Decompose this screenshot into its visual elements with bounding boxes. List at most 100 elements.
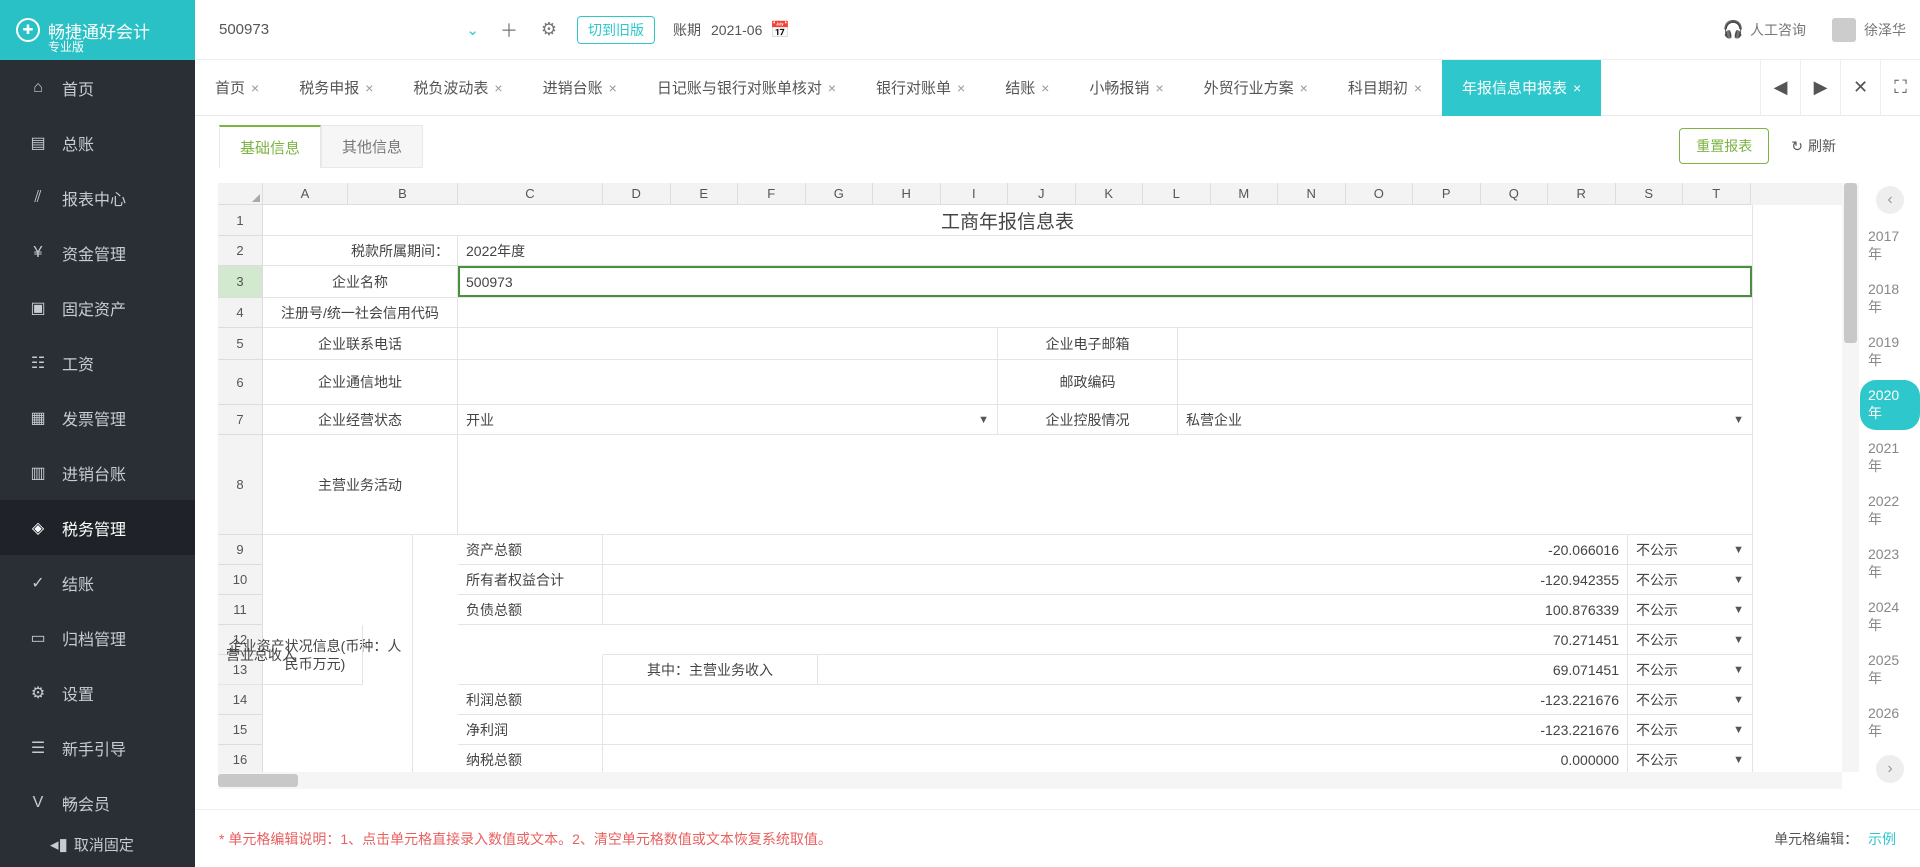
row-header[interactable]: 4 (218, 298, 263, 328)
sidebar-item-5[interactable]: ☷工资 (0, 335, 195, 390)
tab-0[interactable]: 首页× (195, 60, 279, 116)
tab-2[interactable]: 税负波动表× (393, 60, 522, 116)
fin-value-cell[interactable]: 100.876339 (603, 595, 1628, 625)
row-header[interactable]: 5 (218, 328, 263, 360)
sidebar-item-11[interactable]: ⚙设置 (0, 665, 195, 720)
col-header[interactable]: Q (1481, 183, 1549, 205)
sidebar-unpin[interactable]: ◂▮ 取消固定 (0, 834, 195, 855)
publish-select[interactable]: 不公示▼ (1628, 715, 1753, 745)
tab-1[interactable]: 税务申报× (279, 60, 393, 116)
fin-value-cell[interactable]: -120.942355 (603, 565, 1628, 595)
tab-close-icon[interactable]: × (365, 80, 373, 96)
col-header[interactable]: J (1008, 183, 1076, 205)
credit-code-cell[interactable] (458, 298, 1753, 328)
col-header[interactable]: G (806, 183, 874, 205)
tab-close-icon[interactable]: × (1414, 80, 1422, 96)
tab-close-icon[interactable]: × (1300, 80, 1308, 96)
sidebar-item-7[interactable]: ▥进销台账 (0, 445, 195, 500)
publish-select[interactable]: 不公示▼ (1628, 625, 1753, 655)
col-header[interactable]: N (1278, 183, 1346, 205)
sidebar-item-6[interactable]: ▦发票管理 (0, 390, 195, 445)
tab-expand-button[interactable]: ⛶ (1880, 60, 1920, 116)
tab-prev-button[interactable]: ◀ (1760, 60, 1800, 116)
old-version-button[interactable]: 切到旧版 (577, 16, 655, 44)
main-biz-cell[interactable] (458, 435, 1753, 535)
row-header[interactable]: 3 (218, 266, 263, 298)
sidebar-item-3[interactable]: ¥资金管理 (0, 225, 195, 280)
publish-select[interactable]: 不公示▼ (1628, 595, 1753, 625)
settings-button[interactable]: ⚙ (533, 14, 565, 46)
year-chip[interactable]: 2018年 (1860, 274, 1920, 324)
subtab-other[interactable]: 其他信息 (321, 125, 423, 168)
fin-value-cell[interactable]: 0.000000 (603, 745, 1628, 775)
holding-select[interactable]: 私营企业▼ (1178, 405, 1753, 435)
col-header[interactable]: K (1076, 183, 1144, 205)
tab-close-icon[interactable]: × (251, 80, 259, 96)
row-header[interactable]: 8 (218, 435, 263, 535)
sidebar-item-4[interactable]: ▣固定资产 (0, 280, 195, 335)
col-header[interactable]: C (458, 183, 603, 205)
phone-cell[interactable] (458, 328, 998, 360)
sidebar-item-10[interactable]: ▭归档管理 (0, 610, 195, 665)
horizontal-scrollbar[interactable] (218, 772, 1842, 789)
tab-close-button[interactable]: ✕ (1840, 60, 1880, 116)
tab-10[interactable]: 年报信息申报表× (1442, 60, 1601, 116)
year-chip[interactable]: 2024年 (1860, 592, 1920, 642)
sidebar-item-0[interactable]: ⌂首页 (0, 60, 195, 115)
sidebar-item-13[interactable]: V畅会员 (0, 775, 195, 830)
example-link[interactable]: 示例 (1868, 831, 1896, 847)
col-header[interactable]: B (348, 183, 458, 205)
fin-value-cell[interactable]: 69.071451 (818, 655, 1628, 685)
tab-close-icon[interactable]: × (957, 80, 965, 96)
row-header[interactable]: 1 (218, 205, 263, 236)
tab-close-icon[interactable]: × (1041, 80, 1049, 96)
year-chip[interactable]: 2026年 (1860, 698, 1920, 748)
col-header[interactable]: F (738, 183, 806, 205)
tab-close-icon[interactable]: × (609, 80, 617, 96)
sidebar-item-2[interactable]: ⫽报表中心 (0, 170, 195, 225)
publish-select[interactable]: 不公示▼ (1628, 655, 1753, 685)
year-prev-button[interactable]: ‹ (1876, 186, 1904, 214)
publish-select[interactable]: 不公示▼ (1628, 745, 1753, 775)
row-header[interactable]: 7 (218, 405, 263, 435)
fin-value-cell[interactable]: -123.221676 (603, 715, 1628, 745)
tab-6[interactable]: 结账× (985, 60, 1069, 116)
col-header[interactable]: M (1211, 183, 1279, 205)
year-chip[interactable]: 2019年 (1860, 327, 1920, 377)
tab-close-icon[interactable]: × (1573, 80, 1581, 96)
publish-select[interactable]: 不公示▼ (1628, 565, 1753, 595)
tab-next-button[interactable]: ▶ (1800, 60, 1840, 116)
status-select[interactable]: 开业▼ (458, 405, 998, 435)
year-chip[interactable]: 2021年 (1860, 433, 1920, 483)
tab-close-icon[interactable]: × (494, 80, 502, 96)
sidebar-item-9[interactable]: ✓结账 (0, 555, 195, 610)
year-chip[interactable]: 2025年 (1860, 645, 1920, 695)
fin-value-cell[interactable]: 70.271451 (603, 625, 1628, 655)
fin-value-cell[interactable]: -20.066016 (603, 535, 1628, 565)
company-name-cell[interactable]: 500973 (458, 266, 1753, 298)
col-header[interactable]: R (1548, 183, 1616, 205)
tab-9[interactable]: 科目期初× (1328, 60, 1442, 116)
col-header[interactable]: T (1683, 183, 1751, 205)
row-header[interactable]: 2 (218, 236, 263, 266)
regenerate-button[interactable]: 重置报表 (1679, 128, 1769, 164)
col-header[interactable]: E (671, 183, 739, 205)
email-cell[interactable] (1178, 328, 1753, 360)
tab-close-icon[interactable]: × (828, 80, 836, 96)
publish-select[interactable]: 不公示▼ (1628, 685, 1753, 715)
calendar-icon[interactable]: 📅 (770, 20, 790, 40)
col-header[interactable]: O (1346, 183, 1414, 205)
col-header[interactable]: H (873, 183, 941, 205)
refresh-button[interactable]: ↻ 刷新 (1791, 136, 1836, 156)
year-chip[interactable]: 2023年 (1860, 539, 1920, 589)
year-chip[interactable]: 2020年 (1860, 380, 1920, 430)
consult-button[interactable]: 🎧 人工咨询 (1723, 20, 1806, 40)
tab-close-icon[interactable]: × (1155, 80, 1163, 96)
tab-8[interactable]: 外贸行业方案× (1184, 60, 1328, 116)
select-all-cell[interactable] (218, 183, 263, 205)
period-value-cell[interactable]: 2022年度 (458, 236, 1753, 266)
col-header[interactable]: L (1143, 183, 1211, 205)
add-button[interactable]: ＋ (493, 14, 525, 46)
sidebar-item-12[interactable]: ☰新手引导 (0, 720, 195, 775)
tab-3[interactable]: 进销台账× (523, 60, 637, 116)
